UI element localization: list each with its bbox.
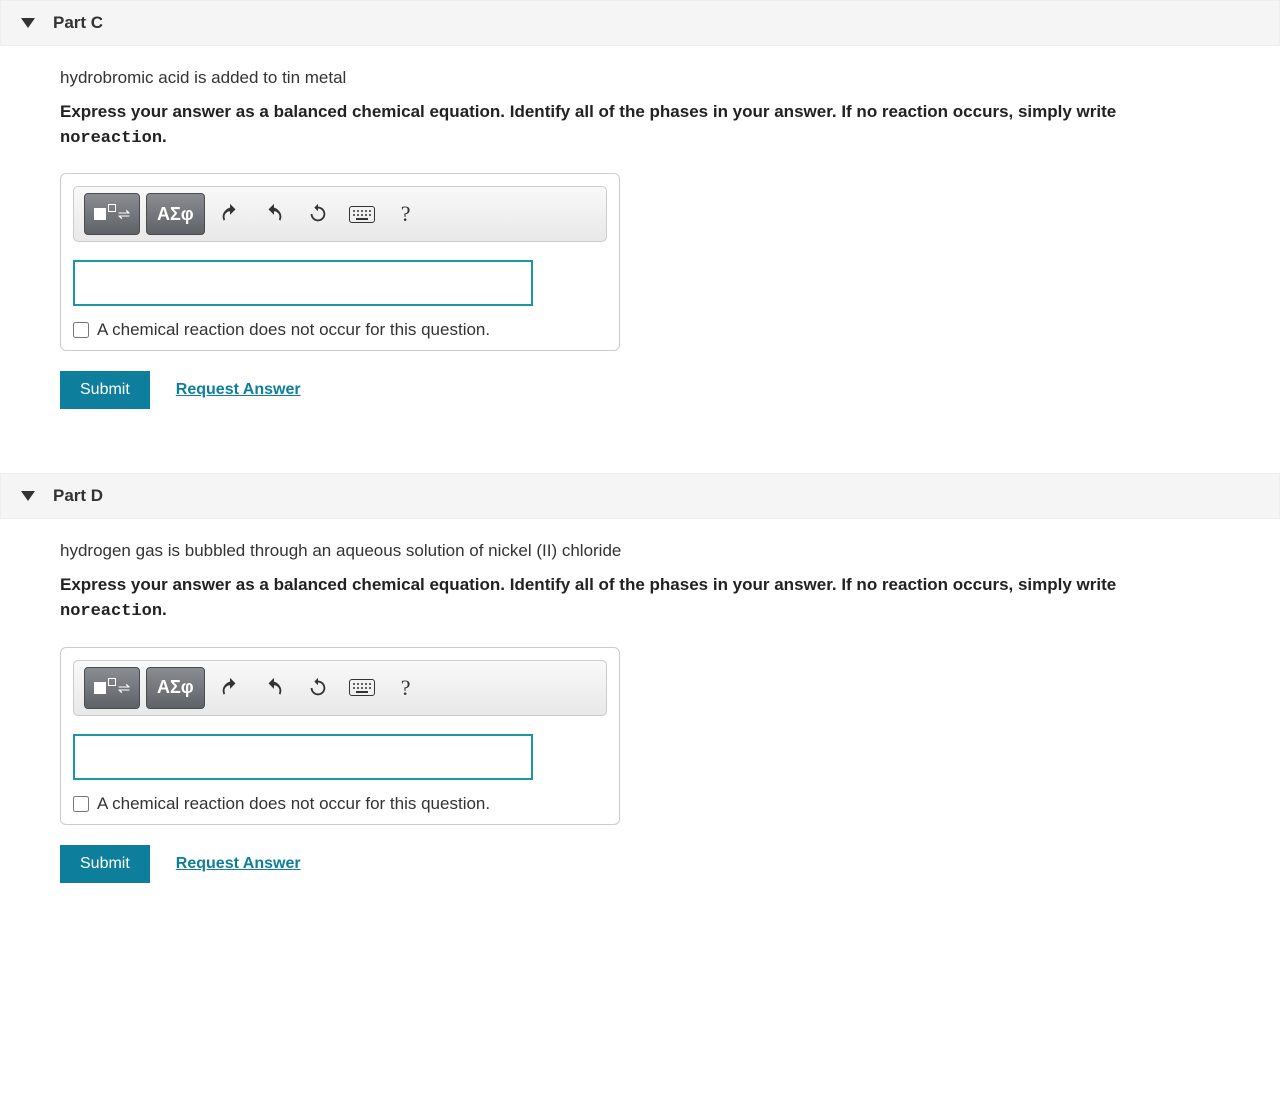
undo-icon xyxy=(219,203,241,225)
reset-icon xyxy=(307,203,329,225)
instructions-suffix: . xyxy=(162,600,167,619)
part-d-actions: Submit Request Answer xyxy=(60,845,1220,883)
help-button[interactable]: ? xyxy=(387,193,425,235)
part-c-noreaction-row[interactable]: A chemical reaction does not occur for t… xyxy=(73,320,607,340)
part-d-header[interactable]: Part D xyxy=(0,473,1280,519)
reset-icon xyxy=(307,677,329,699)
undo-button[interactable] xyxy=(211,667,249,709)
part-d-request-answer-link[interactable]: Request Answer xyxy=(176,855,301,873)
keyboard-button[interactable] xyxy=(343,193,381,235)
part-c-body: hydrobromic acid is added to tin metal E… xyxy=(0,46,1280,437)
part-c-answer-input[interactable] xyxy=(73,260,533,306)
keyboard-icon xyxy=(349,206,375,223)
redo-button[interactable] xyxy=(255,667,293,709)
collapse-icon xyxy=(21,18,35,28)
part-d-toolbar: ⇌ ΑΣφ ? xyxy=(73,660,607,716)
reset-button[interactable] xyxy=(299,193,337,235)
part-c-editor: ⇌ ΑΣφ ? A chemical xyxy=(60,173,620,351)
part-d-answer-input[interactable] xyxy=(73,734,533,780)
greek-label: ΑΣφ xyxy=(157,677,194,698)
greek-label: ΑΣφ xyxy=(157,204,194,225)
part-c-noreaction-checkbox[interactable] xyxy=(73,322,89,338)
noreaction-label: A chemical reaction does not occur for t… xyxy=(97,320,490,340)
part-d-instructions: Express your answer as a balanced chemic… xyxy=(60,573,1220,624)
redo-icon xyxy=(263,203,285,225)
help-icon: ? xyxy=(401,201,411,227)
keyboard-button[interactable] xyxy=(343,667,381,709)
instructions-code: noreaction xyxy=(60,129,162,148)
redo-icon xyxy=(263,677,285,699)
part-d-prompt: hydrogen gas is bubbled through an aqueo… xyxy=(60,541,1220,561)
undo-icon xyxy=(219,677,241,699)
part-c-request-answer-link[interactable]: Request Answer xyxy=(176,381,301,399)
help-icon: ? xyxy=(401,675,411,701)
part-d-noreaction-checkbox[interactable] xyxy=(73,796,89,812)
part-d-editor: ⇌ ΑΣφ ? A chemical xyxy=(60,647,620,825)
part-c-title: Part C xyxy=(53,13,103,33)
redo-button[interactable] xyxy=(255,193,293,235)
greek-symbols-button[interactable]: ΑΣφ xyxy=(146,667,205,709)
help-button[interactable]: ? xyxy=(387,667,425,709)
undo-button[interactable] xyxy=(211,193,249,235)
part-c-toolbar: ⇌ ΑΣφ ? xyxy=(73,186,607,242)
keyboard-icon xyxy=(349,679,375,696)
instructions-prefix: Express your answer as a balanced chemic… xyxy=(60,102,1116,121)
equation-templates-button[interactable]: ⇌ xyxy=(84,193,140,235)
instructions-code: noreaction xyxy=(60,602,162,621)
part-c-prompt: hydrobromic acid is added to tin metal xyxy=(60,68,1220,88)
part-d-submit-button[interactable]: Submit xyxy=(60,845,150,883)
instructions-prefix: Express your answer as a balanced chemic… xyxy=(60,575,1116,594)
part-c-instructions: Express your answer as a balanced chemic… xyxy=(60,100,1220,151)
greek-symbols-button[interactable]: ΑΣφ xyxy=(146,193,205,235)
part-c-submit-button[interactable]: Submit xyxy=(60,371,150,409)
reset-button[interactable] xyxy=(299,667,337,709)
noreaction-label: A chemical reaction does not occur for t… xyxy=(97,794,490,814)
part-d-body: hydrogen gas is bubbled through an aqueo… xyxy=(0,519,1280,910)
part-d-title: Part D xyxy=(53,486,103,506)
collapse-icon xyxy=(21,491,35,501)
instructions-suffix: . xyxy=(162,127,167,146)
equation-templates-button[interactable]: ⇌ xyxy=(84,667,140,709)
part-c-actions: Submit Request Answer xyxy=(60,371,1220,409)
part-c-header[interactable]: Part C xyxy=(0,0,1280,46)
part-d-noreaction-row[interactable]: A chemical reaction does not occur for t… xyxy=(73,794,607,814)
